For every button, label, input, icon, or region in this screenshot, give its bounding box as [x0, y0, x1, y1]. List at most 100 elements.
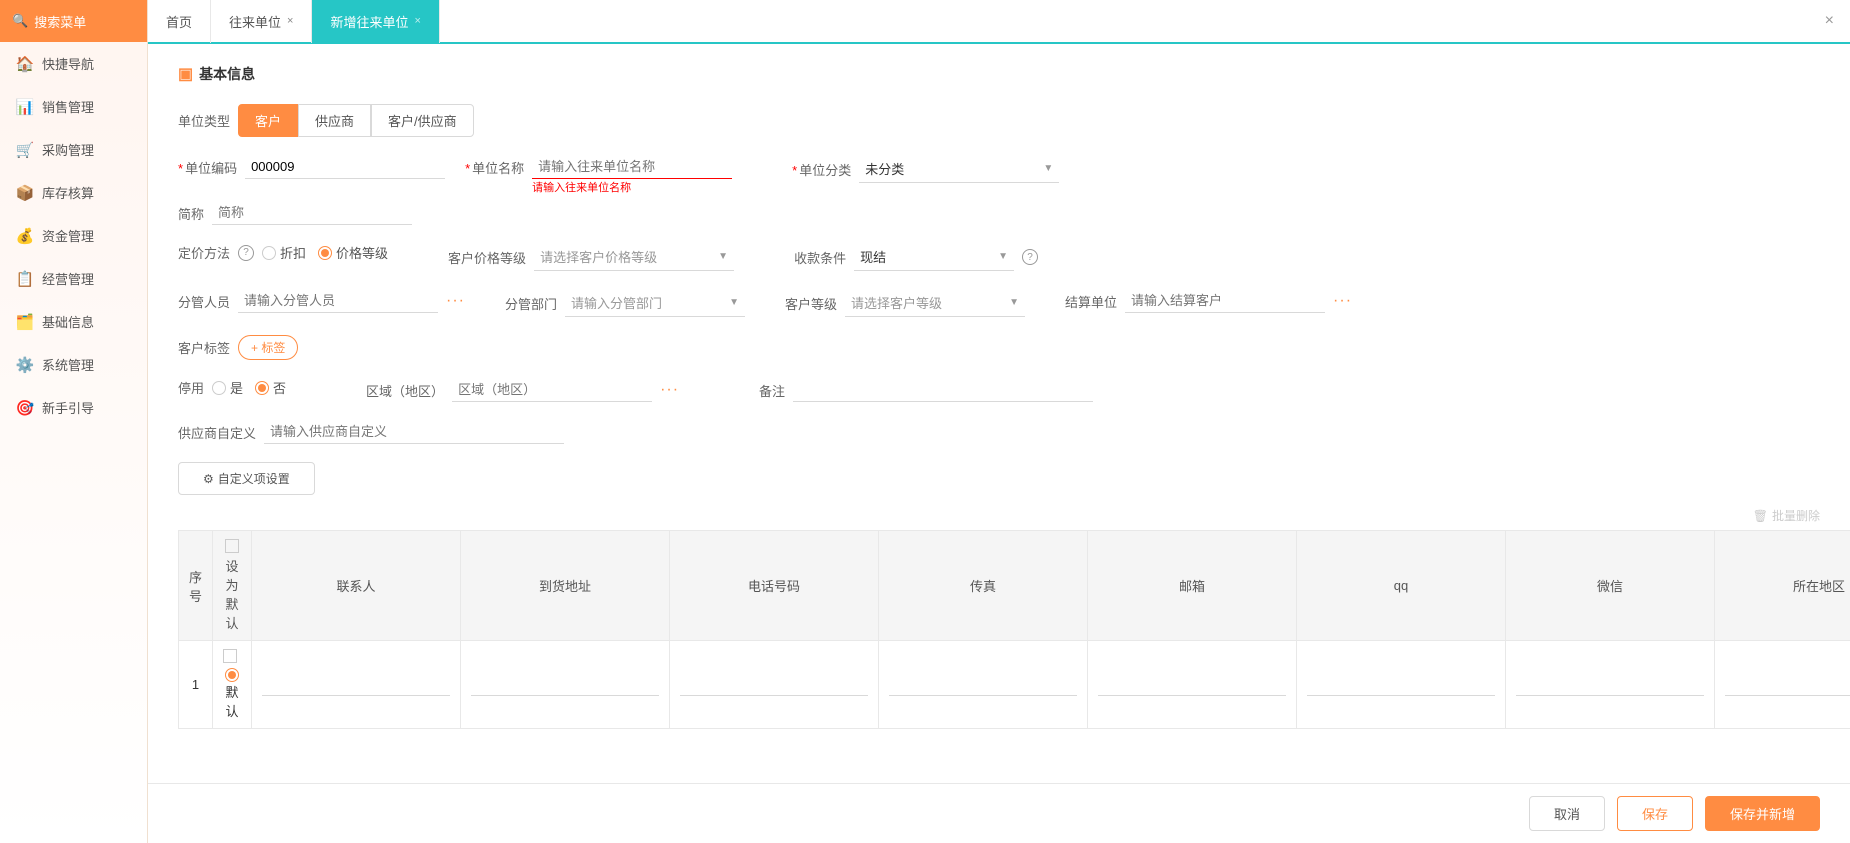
unit-name-error-msg: 请输入往来单位名称 [532, 179, 631, 195]
sidebar-item-finance[interactable]: 💰 资金管理 [0, 214, 147, 257]
row-default: 默认 [213, 641, 252, 729]
sidebar-item-operations[interactable]: 📋 经营管理 [0, 257, 147, 300]
col-default-checkbox[interactable] [225, 539, 239, 553]
save-button[interactable]: 保存 [1617, 796, 1693, 831]
unit-category-select[interactable]: 未分类 ▼ [859, 155, 1059, 183]
sidebar-item-inventory[interactable]: 📦 库存核算 [0, 171, 147, 214]
alias-input[interactable] [212, 201, 412, 225]
row-wechat[interactable] [1506, 641, 1715, 729]
customer-price-field: 客户价格等级 请选择客户价格等级 ▼ [448, 243, 734, 271]
row-address[interactable] [461, 641, 670, 729]
row-default-checkbox[interactable] [223, 649, 237, 663]
payment-terms-label: 收款条件 [794, 248, 846, 267]
settlement-unit-more-btn[interactable]: ··· [1333, 292, 1352, 310]
supplier-custom-label: 供应商自定义 [178, 423, 256, 442]
supplier-custom-input[interactable] [264, 420, 564, 444]
col-fax: 传真 [879, 531, 1088, 641]
col-email: 邮箱 [1088, 531, 1297, 641]
payment-terms-select[interactable]: 现结 ▼ [854, 243, 1014, 271]
tag-add-btn[interactable]: + 标签 [238, 335, 298, 360]
sidebar-item-quick-nav[interactable]: 🏠 快捷导航 [0, 42, 147, 85]
tab-new-partner[interactable]: 新增往来单位 × [312, 0, 439, 43]
row-phone-input[interactable] [680, 672, 868, 696]
pricing-price-level-radio[interactable] [318, 246, 332, 260]
unit-category-value: 未分类 [865, 159, 904, 178]
manager-input[interactable] [238, 289, 438, 313]
pricing-price-level-option[interactable]: 价格等级 [318, 243, 388, 262]
row-wechat-input[interactable] [1516, 672, 1704, 696]
settlement-unit-field: 结算单位 ··· [1065, 289, 1352, 313]
unit-type-customer-btn[interactable]: 客户 [238, 104, 298, 137]
unit-name-field: *单位名称 请输入往来单位名称 [465, 155, 732, 179]
unit-category-label: *单位分类 [792, 160, 851, 179]
row-region[interactable] [1715, 641, 1850, 729]
customize-section: ⚙ 自定义项设置 [178, 462, 1820, 495]
unit-code-input[interactable] [245, 155, 445, 179]
dept-select[interactable]: 请输入分管部门 ▼ [565, 289, 745, 317]
unit-type-row: 单位类型 客户 供应商 客户/供应商 [178, 104, 1820, 137]
table-actions-bar: 🗑 批量删除 [178, 507, 1820, 524]
delete-icon: 🗑 [1753, 509, 1768, 523]
customer-price-label: 客户价格等级 [448, 248, 526, 267]
row-fax[interactable] [879, 641, 1088, 729]
tab-home[interactable]: 首页 [148, 0, 211, 43]
unit-type-group: 客户 供应商 客户/供应商 [238, 104, 474, 137]
settlement-unit-input[interactable] [1125, 289, 1325, 313]
sidebar-item-purchase[interactable]: 🛒 采购管理 [0, 128, 147, 171]
row-fax-input[interactable] [889, 672, 1077, 696]
search-menu-icon: 🔍 [12, 13, 28, 29]
row-qq[interactable] [1297, 641, 1506, 729]
disabled-yes-radio[interactable] [212, 381, 226, 395]
row-email-input[interactable] [1098, 672, 1286, 696]
save-new-button[interactable]: 保存并新增 [1705, 796, 1820, 831]
sidebar-item-basic[interactable]: 🗂️ 基础信息 [0, 300, 147, 343]
main-close-btn[interactable]: × [1809, 12, 1850, 30]
finance-icon: 💰 [16, 227, 34, 245]
unit-type-both-btn[interactable]: 客户/供应商 [371, 104, 474, 137]
disabled-no-option[interactable]: 否 [255, 378, 286, 397]
pricing-help-icon[interactable]: ? [238, 245, 254, 261]
row-email[interactable] [1088, 641, 1297, 729]
row-region-input[interactable] [1725, 672, 1850, 696]
sidebar-item-newbie[interactable]: 🎯 新手引导 [0, 386, 147, 429]
footer: 取消 保存 保存并新增 [148, 783, 1850, 843]
pricing-discount-radio[interactable] [262, 246, 276, 260]
row-qq-input[interactable] [1307, 672, 1495, 696]
unit-code-label: *单位编码 [178, 158, 237, 177]
customize-btn[interactable]: ⚙ 自定义项设置 [178, 462, 315, 495]
tab-partners-close[interactable]: × [287, 15, 293, 27]
table-body: 1 默认 [179, 641, 1850, 729]
manager-more-btn[interactable]: ··· [446, 292, 465, 310]
payment-terms-help-icon[interactable]: ? [1022, 249, 1038, 265]
region-input[interactable] [452, 378, 652, 402]
unit-name-input[interactable] [532, 155, 732, 179]
cancel-button[interactable]: 取消 [1529, 796, 1605, 831]
row-contact[interactable] [252, 641, 461, 729]
pricing-radio-group: 折扣 价格等级 [262, 243, 388, 262]
disabled-no-radio[interactable] [255, 381, 269, 395]
sidebar-item-sales[interactable]: 📊 销售管理 [0, 85, 147, 128]
disabled-yes-option[interactable]: 是 [212, 378, 243, 397]
row-contact-input[interactable] [262, 672, 450, 696]
batch-delete-btn[interactable]: 🗑 批量删除 [1753, 507, 1820, 524]
unit-type-field: 单位类型 客户 供应商 客户/供应商 [178, 104, 474, 137]
contact-table: 序号 设为默认 联系人 到货地址 电话号码 传真 邮箱 qq 微信 所在地区 操… [178, 530, 1850, 729]
row-default-label: 默认 [226, 685, 239, 719]
pricing-discount-label: 折扣 [280, 243, 306, 262]
tab-partners[interactable]: 往来单位 × [211, 0, 312, 43]
pricing-discount-option[interactable]: 折扣 [262, 243, 306, 262]
region-more-btn[interactable]: ··· [660, 381, 679, 399]
sidebar-item-system[interactable]: ⚙️ 系统管理 [0, 343, 147, 386]
search-menu-btn[interactable]: 🔍 搜索菜单 [0, 0, 147, 42]
sidebar-item-label: 采购管理 [42, 140, 94, 159]
tab-new-partner-close[interactable]: × [414, 15, 420, 27]
row-phone[interactable] [670, 641, 879, 729]
customer-level-select[interactable]: 请选择客户等级 ▼ [845, 289, 1025, 317]
customer-price-select[interactable]: 请选择客户价格等级 ▼ [534, 243, 734, 271]
payment-terms-arrow-icon: ▼ [998, 251, 1008, 262]
row-address-input[interactable] [471, 672, 659, 696]
note-input[interactable] [793, 378, 1093, 402]
row-default-radio[interactable] [225, 668, 239, 682]
sidebar-item-label: 经营管理 [42, 269, 94, 288]
unit-type-supplier-btn[interactable]: 供应商 [298, 104, 371, 137]
